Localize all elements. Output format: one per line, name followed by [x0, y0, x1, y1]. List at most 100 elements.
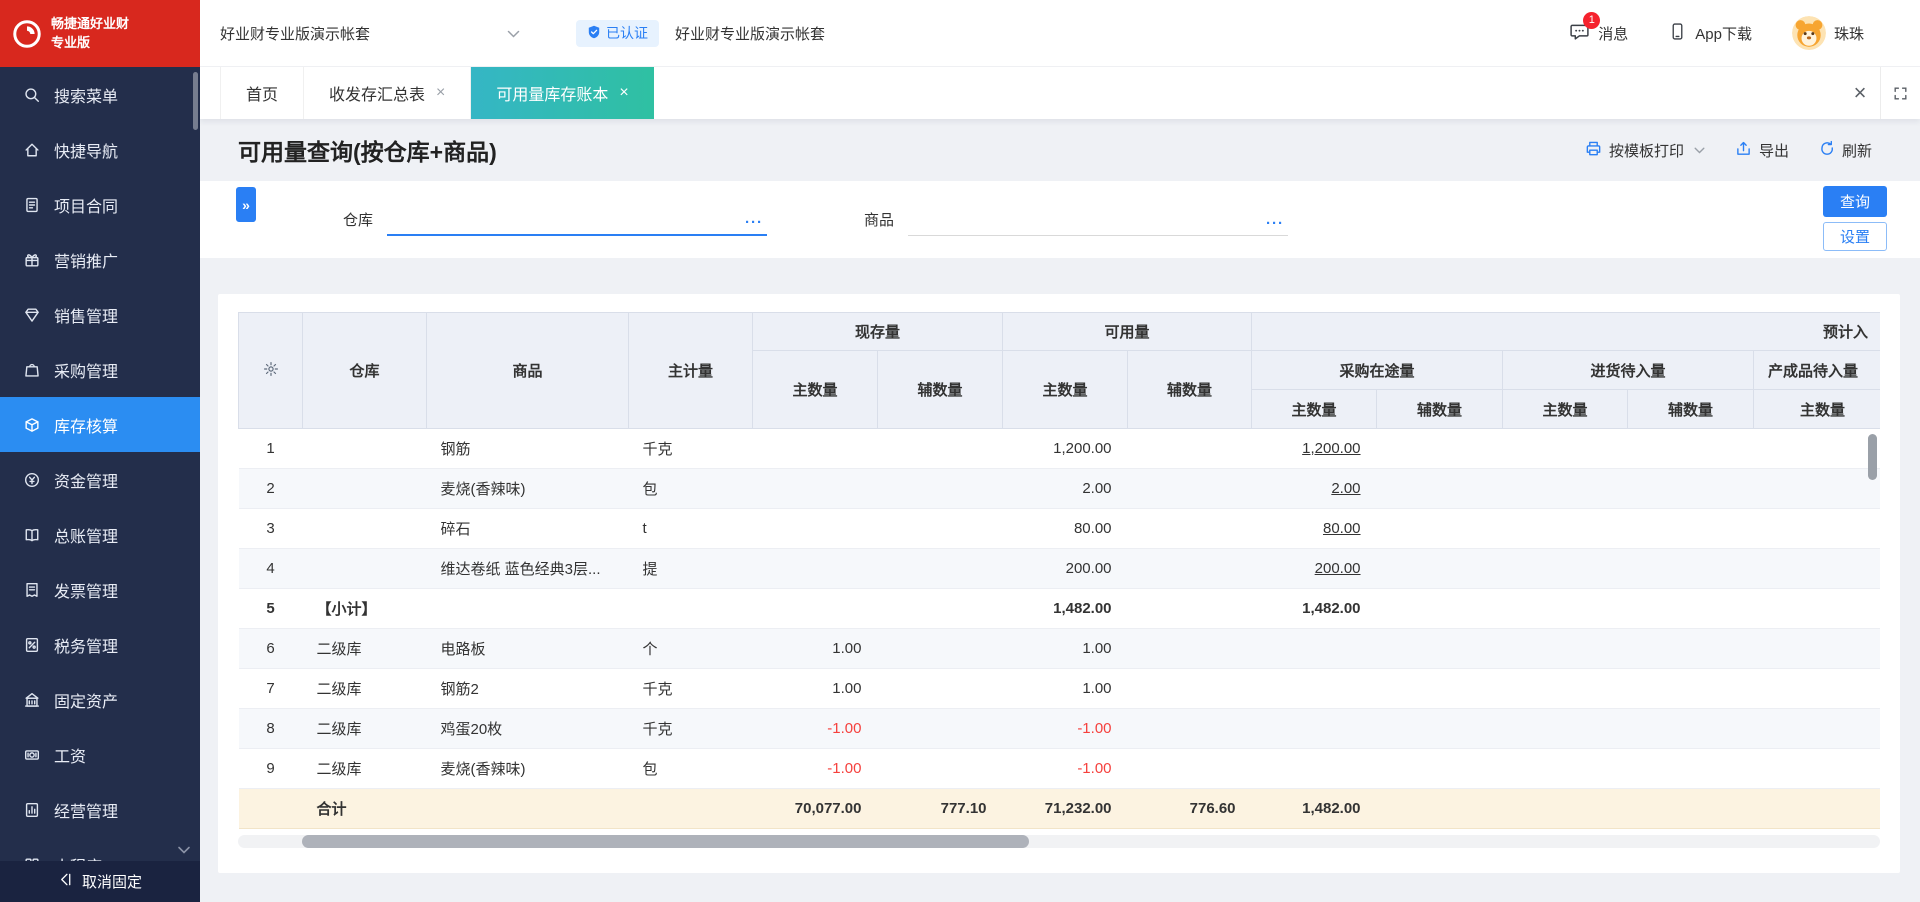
sidebar-item-label: 营销推广	[54, 248, 118, 272]
sidebar-item-label: 搜索菜单	[54, 83, 118, 107]
sidebar-item-label: 税务管理	[54, 633, 118, 657]
sidebar-item-general-ledger[interactable]: 总账管理	[0, 507, 200, 562]
messages-button[interactable]: 1 消息	[1569, 21, 1628, 46]
user-name: 珠珠	[1834, 23, 1864, 44]
sidebar-item-payroll[interactable]: 工资	[0, 727, 200, 782]
sidebar-item-inventory[interactable]: 库存核算	[0, 397, 200, 452]
col-header-aux-qty: 辅数量	[1628, 390, 1754, 429]
col-header-aux-qty: 辅数量	[878, 351, 1003, 429]
phone-icon	[1668, 22, 1687, 45]
app-download-button[interactable]: App下载	[1668, 22, 1752, 45]
messages-count-badge: 1	[1583, 12, 1600, 29]
account-set-dropdown[interactable]: 好业财专业版演示帐套	[220, 23, 520, 44]
verified-label: 已认证	[606, 23, 648, 43]
close-icon[interactable]: ×	[1840, 80, 1880, 106]
salary-icon	[23, 746, 41, 764]
topbar: 好业财专业版演示帐套 已认证 好业财专业版演示帐套	[200, 0, 1920, 67]
logo-subtitle: 专业版	[51, 34, 129, 53]
sidebar-item-quick-nav[interactable]: 快捷导航	[0, 122, 200, 177]
user-menu[interactable]: 珠珠	[1792, 16, 1864, 50]
product-input[interactable]: ···	[908, 204, 1288, 236]
sidebar-item-sales[interactable]: 销售管理	[0, 287, 200, 342]
product-picker-icon[interactable]: ···	[1266, 215, 1284, 232]
warehouse-picker-icon[interactable]: ···	[745, 214, 763, 231]
sidebar-item-purchase[interactable]: 采购管理	[0, 342, 200, 397]
horizontal-scrollbar[interactable]	[238, 835, 1880, 848]
col-header-main-qty: 主数量	[1003, 351, 1128, 429]
tax-icon	[23, 636, 41, 654]
transit-qty-link[interactable]: 200.00	[1252, 549, 1377, 589]
sidebar-item-label: 库存核算	[54, 413, 118, 437]
tab-stock-summary[interactable]: 收发存汇总表×	[304, 67, 471, 119]
purchase-icon	[23, 361, 41, 379]
sidebar-item-label: 资金管理	[54, 468, 118, 492]
query-button[interactable]: 查询	[1823, 186, 1887, 217]
sidebar-item-tax[interactable]: 税务管理	[0, 617, 200, 672]
collapse-filters-button[interactable]: »	[236, 187, 256, 222]
refresh-label: 刷新	[1842, 140, 1872, 161]
tab-home[interactable]: 首页	[220, 67, 304, 119]
warehouse-input-field[interactable]	[387, 204, 767, 234]
sidebar-item-funds[interactable]: 资金管理	[0, 452, 200, 507]
sales-icon	[23, 306, 41, 324]
logo: 畅捷通好业财 专业版	[0, 0, 200, 67]
warehouse-input[interactable]: ···	[387, 204, 767, 236]
table-row: 5【小计】1,482.001,482.00	[239, 589, 1881, 629]
assets-icon	[23, 691, 41, 709]
sidebar: 畅捷通好业财 专业版 搜索菜单快捷导航项目合同营销推广销售管理采购管理库存核算资…	[0, 0, 200, 902]
sidebar-item-fixed-assets[interactable]: 固定资产	[0, 672, 200, 727]
unpin-button[interactable]: 取消固定	[0, 861, 200, 902]
sidebar-item-operations[interactable]: 经营管理	[0, 782, 200, 837]
transit-qty-link[interactable]: 1,200.00	[1252, 429, 1377, 469]
tab-available-qty-ledger[interactable]: 可用量库存账本×	[471, 67, 653, 119]
sidebar-nav: 搜索菜单快捷导航项目合同营销推广销售管理采购管理库存核算资金管理总账管理发票管理…	[0, 67, 200, 861]
tab-close-icon[interactable]: ×	[436, 84, 445, 102]
col-header-warehouse: 仓库	[303, 313, 427, 429]
group-header-available: 可用量	[1003, 313, 1252, 351]
filter-bar: » 仓库 ··· 商品 ···	[200, 181, 1920, 258]
sidebar-scrollbar-thumb[interactable]	[193, 72, 198, 130]
table-row: 6二级库电路板个1.001.00	[239, 629, 1881, 669]
sidebar-item-label: 采购管理	[54, 358, 118, 382]
sidebar-item-invoice[interactable]: 发票管理	[0, 562, 200, 617]
group-header-finished-pending: 产成品待入量	[1754, 351, 1880, 390]
refresh-icon	[1819, 140, 1835, 160]
tabs: 首页 收发存汇总表×可用量库存账本×	[200, 67, 654, 119]
tab-label: 首页	[246, 81, 278, 105]
chevron-down-icon	[507, 25, 520, 42]
export-icon	[1735, 140, 1752, 161]
column-settings-button[interactable]	[239, 313, 303, 429]
sidebar-item-search-menu[interactable]: 搜索菜单	[0, 67, 200, 122]
horizontal-scrollbar-thumb[interactable]	[302, 835, 1029, 848]
table-card: 仓库 商品 主计量 现存量 可用量 预计入 主数量 辅数量 主数量	[218, 294, 1900, 873]
promo-icon	[23, 251, 41, 269]
print-template-button[interactable]: 按模板打印	[1585, 140, 1705, 161]
sidebar-item-marketing[interactable]: 营销推广	[0, 232, 200, 287]
sidebar-item-mini-program[interactable]: 小程序	[0, 837, 200, 861]
shield-check-icon	[587, 25, 601, 42]
settings-button[interactable]: 设置	[1823, 222, 1887, 251]
product-input-field[interactable]	[908, 204, 1288, 235]
sidebar-item-label: 项目合同	[54, 193, 118, 217]
col-header-aux-qty: 辅数量	[1128, 351, 1252, 429]
app-root: 畅捷通好业财 专业版 搜索菜单快捷导航项目合同营销推广销售管理采购管理库存核算资…	[0, 0, 1920, 902]
table-total-row: 合计70,077.00777.1071,232.00776.601,482.00	[239, 789, 1881, 829]
tab-close-icon[interactable]: ×	[619, 84, 628, 102]
transit-qty-link[interactable]: 80.00	[1252, 509, 1377, 549]
sidebar-more-chevron-icon[interactable]	[176, 842, 192, 852]
vertical-scrollbar-thumb[interactable]	[1868, 434, 1877, 480]
refresh-button[interactable]: 刷新	[1819, 140, 1872, 161]
col-header-main-qty: 主数量	[1503, 390, 1628, 429]
title-row: 可用量查询(按仓库+商品) 按模板打印	[200, 119, 1920, 181]
chevron-down-icon[interactable]	[1694, 147, 1705, 154]
sidebar-item-label: 小程序	[54, 853, 102, 862]
transit-qty-link[interactable]: 2.00	[1252, 469, 1377, 509]
export-button[interactable]: 导出	[1735, 140, 1789, 161]
ledger-icon	[23, 526, 41, 544]
group-header-purchase-transit: 采购在途量	[1252, 351, 1503, 390]
sidebar-item-project-contract[interactable]: 项目合同	[0, 177, 200, 232]
page-content: 可用量查询(按仓库+商品) 按模板打印	[200, 119, 1920, 902]
group-header-onhand: 现存量	[753, 313, 1003, 351]
fullscreen-icon[interactable]	[1880, 67, 1920, 119]
table-row: 7二级库钢筋2千克1.001.00	[239, 669, 1881, 709]
